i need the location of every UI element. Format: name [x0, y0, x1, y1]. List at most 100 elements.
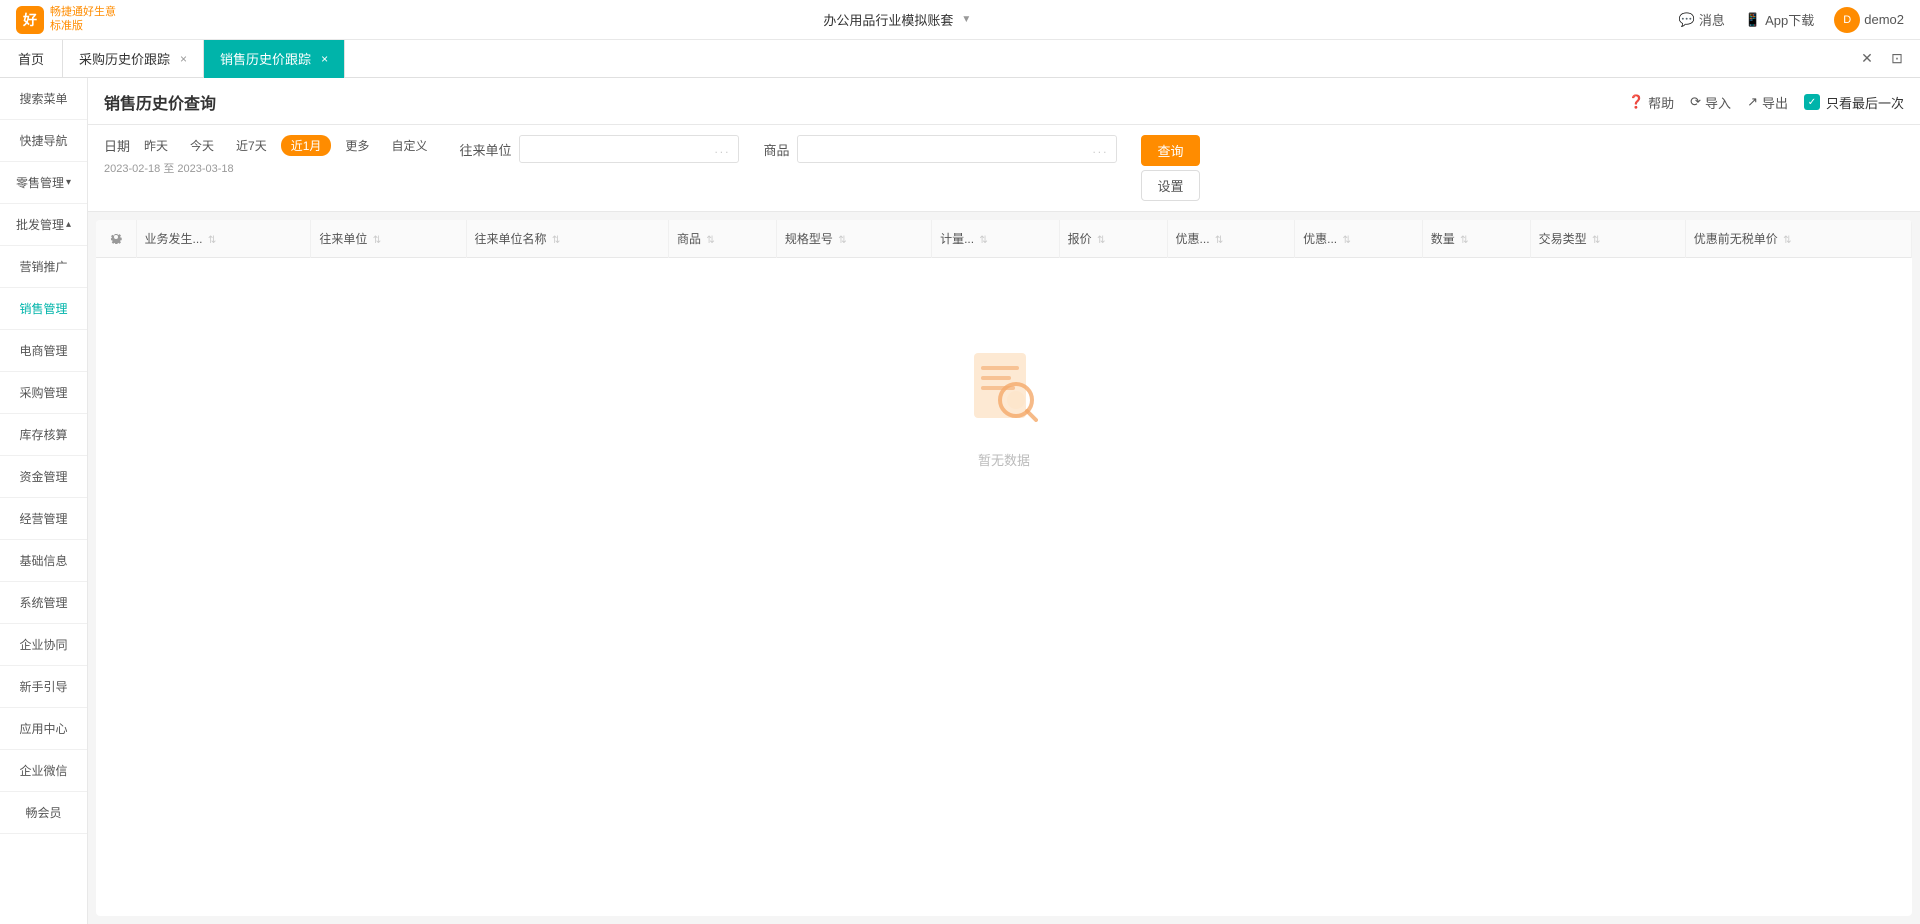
export-button[interactable]: ↗ 导出: [1747, 93, 1788, 112]
sort-counterparty-icon: ⇅: [373, 235, 381, 246]
col-pre-tax[interactable]: 优惠前无税单价 ⇅: [1685, 220, 1911, 258]
tab-maximize[interactable]: ⊡: [1886, 48, 1908, 70]
col-product[interactable]: 商品 ⇅: [669, 220, 777, 258]
sidebar-item-member[interactable]: 畅会员: [0, 792, 87, 834]
col-spec[interactable]: 规格型号 ⇅: [776, 220, 931, 258]
logo-area: 好 畅捷通好生意 标准版: [16, 6, 116, 34]
sidebar-item-basics[interactable]: 基础信息: [0, 540, 87, 582]
sort-unit-icon: ⇅: [979, 235, 987, 246]
help-button[interactable]: ❓ 帮助: [1628, 93, 1674, 112]
sort-biz-date-icon: ⇅: [208, 235, 216, 246]
sidebar-item-apps[interactable]: 应用中心: [0, 708, 87, 750]
sidebar-item-quicknav[interactable]: 快捷导航: [0, 120, 87, 162]
top-bar-center: 办公用品行业模拟账套 ▼: [823, 10, 971, 29]
empty-icon: [954, 338, 1054, 438]
date-range-display: 2023-02-18 至 2023-03-18: [104, 160, 435, 176]
sidebar-item-wechat[interactable]: 企业微信: [0, 750, 87, 792]
col-qty[interactable]: 数量 ⇅: [1422, 220, 1530, 258]
col-trade-type[interactable]: 交易类型 ⇅: [1530, 220, 1685, 258]
sidebar-item-marketing[interactable]: 营销推广: [0, 246, 87, 288]
settings-gear-icon: [109, 230, 123, 244]
sidebar-item-sales[interactable]: 销售管理: [0, 288, 87, 330]
date-btn-last7[interactable]: 近7天: [228, 135, 275, 156]
col-quote[interactable]: 报价 ⇅: [1059, 220, 1167, 258]
date-btn-today[interactable]: 今天: [182, 135, 222, 156]
sidebar-item-guide[interactable]: 新手引导: [0, 666, 87, 708]
sort-counterparty-name-icon: ⇅: [552, 235, 560, 246]
logo-icon: 好: [16, 6, 44, 34]
logo-text: 畅捷通好生意 标准版: [50, 6, 116, 32]
col-discount2[interactable]: 优惠... ⇅: [1295, 220, 1423, 258]
last-only-checkbox[interactable]: ✓: [1804, 94, 1820, 110]
sort-spec-icon: ⇅: [838, 235, 846, 246]
col-settings[interactable]: [96, 220, 136, 258]
sidebar: 搜索菜单 快捷导航 零售管理 ▾ 批发管理 ▴ 营销推广 销售管理 电商管理 采: [0, 78, 88, 924]
date-label: 日期: [104, 136, 130, 155]
tab-sales-close[interactable]: ×: [321, 52, 328, 66]
col-discount1[interactable]: 优惠... ⇅: [1167, 220, 1295, 258]
col-counterparty-name[interactable]: 往来单位名称 ⇅: [466, 220, 668, 258]
date-btn-last1m[interactable]: 近1月: [281, 135, 332, 156]
product-input[interactable]: ...: [797, 135, 1117, 163]
settings-button[interactable]: 设置: [1141, 170, 1199, 201]
sidebar-item-purchase[interactable]: 采购管理: [0, 372, 87, 414]
col-biz-date[interactable]: 业务发生... ⇅: [136, 220, 311, 258]
filter-bar: 日期 昨天 今天 近7天 近1月 更多 自定义 2023-02-18 至 202…: [88, 125, 1920, 212]
date-btn-custom[interactable]: 自定义: [383, 135, 435, 156]
product-label: 商品: [763, 140, 789, 159]
sidebar-item-search[interactable]: 搜索菜单: [0, 78, 87, 120]
col-unit[interactable]: 计量... ⇅: [932, 220, 1060, 258]
page-title: 销售历史价查询: [104, 90, 216, 114]
sort-discount2-icon: ⇅: [1342, 235, 1350, 246]
retail-arrow-icon: ▾: [66, 177, 71, 188]
main-layout: 搜索菜单 快捷导航 零售管理 ▾ 批发管理 ▴ 营销推广 销售管理 电商管理 采: [0, 78, 1920, 924]
product-input-dots: ...: [1092, 142, 1108, 156]
sidebar-item-finance[interactable]: 资金管理: [0, 456, 87, 498]
tab-home[interactable]: 首页: [0, 40, 63, 78]
counterparty-input[interactable]: ...: [519, 135, 739, 163]
date-btn-more[interactable]: 更多: [337, 135, 377, 156]
tab-actions: ✕ ⊡: [1844, 48, 1920, 70]
sort-pre-tax-icon: ⇅: [1783, 235, 1791, 246]
sidebar-item-system[interactable]: 系统管理: [0, 582, 87, 624]
nav-dropdown-icon[interactable]: ▼: [961, 14, 971, 25]
message-button[interactable]: 💬 消息: [1679, 10, 1725, 29]
filter-action-buttons: 查询 设置: [1141, 135, 1199, 201]
data-table: 业务发生... ⇅ 往来单位 ⇅ 往来单位名称 ⇅: [96, 220, 1912, 258]
tab-purchase-close[interactable]: ×: [180, 52, 187, 66]
page-header: 销售历史价查询 ❓ 帮助 ⟳ 导入 ↗ 导出 ✓: [88, 78, 1920, 125]
tab-purchase[interactable]: 采购历史价跟踪 ×: [63, 40, 204, 78]
sort-quote-icon: ⇅: [1097, 235, 1105, 246]
top-bar-right: 💬 消息 📱 App下载 D demo2: [1679, 7, 1904, 33]
sidebar-item-wholesale[interactable]: 批发管理 ▴: [0, 204, 87, 246]
last-only-checkbox-area[interactable]: ✓ 只看最后一次: [1804, 93, 1904, 112]
sidebar-item-enterprise[interactable]: 企业协同: [0, 624, 87, 666]
user-profile[interactable]: D demo2: [1834, 7, 1904, 33]
content-area: 销售历史价查询 ❓ 帮助 ⟳ 导入 ↗ 导出 ✓: [88, 78, 1920, 924]
sort-qty-icon: ⇅: [1460, 235, 1468, 246]
import-icon: ⟳: [1690, 94, 1701, 110]
col-counterparty-code[interactable]: 往来单位 ⇅: [311, 220, 466, 258]
empty-text: 暂无数据: [978, 450, 1030, 469]
sort-product-icon: ⇅: [706, 235, 714, 246]
avatar: D: [1834, 7, 1860, 33]
help-icon: ❓: [1628, 94, 1644, 110]
import-button[interactable]: ⟳ 导入: [1690, 93, 1731, 112]
empty-state: 暂无数据: [96, 258, 1912, 549]
table-header-row: 业务发生... ⇅ 往来单位 ⇅ 往来单位名称 ⇅: [96, 220, 1912, 258]
top-bar: 好 畅捷通好生意 标准版 办公用品行业模拟账套 ▼ 💬 消息 📱 App下载 D…: [0, 0, 1920, 40]
counterparty-input-dots: ...: [714, 142, 730, 156]
tab-close-window[interactable]: ✕: [1856, 48, 1878, 70]
date-btn-yesterday[interactable]: 昨天: [136, 135, 176, 156]
sidebar-item-operations[interactable]: 经营管理: [0, 498, 87, 540]
tab-sales[interactable]: 销售历史价跟踪 ×: [204, 40, 345, 78]
app-download-button[interactable]: 📱 App下载: [1745, 10, 1814, 29]
nav-title: 办公用品行业模拟账套: [823, 10, 953, 29]
sidebar-item-inventory[interactable]: 库存核算: [0, 414, 87, 456]
sidebar-item-ecommerce[interactable]: 电商管理: [0, 330, 87, 372]
query-button[interactable]: 查询: [1141, 135, 1199, 166]
sidebar-item-retail[interactable]: 零售管理 ▾: [0, 162, 87, 204]
date-filter-group: 日期 昨天 今天 近7天 近1月 更多 自定义 2023-02-18 至 202…: [104, 135, 435, 176]
page-title-row: 销售历史价查询 ❓ 帮助 ⟳ 导入 ↗ 导出 ✓: [104, 90, 1904, 114]
sort-discount1-icon: ⇅: [1215, 235, 1223, 246]
